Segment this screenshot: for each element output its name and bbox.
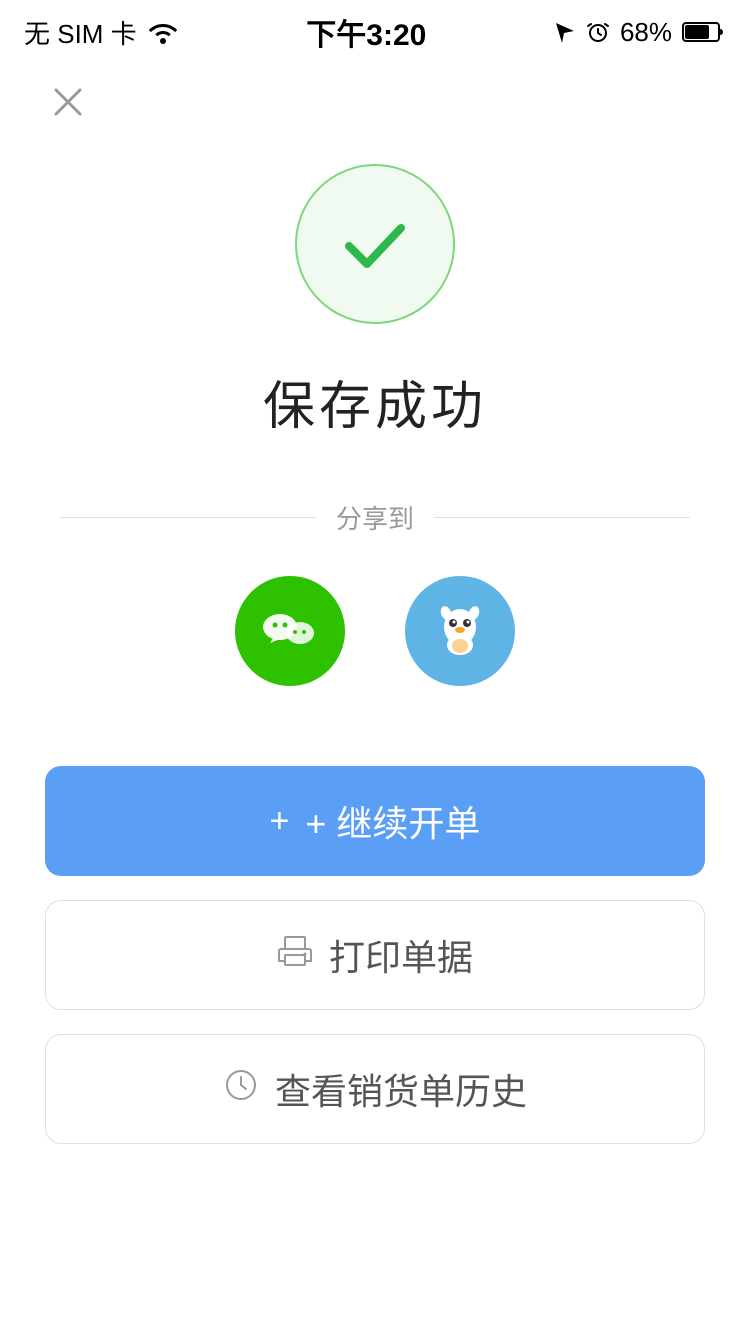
success-title: 保存成功 <box>263 364 487 439</box>
clock-icon <box>223 1067 259 1112</box>
share-label: 分享到 <box>316 499 434 536</box>
battery-percent: 68% <box>620 17 672 48</box>
divider-line-right <box>434 517 690 518</box>
history-button[interactable]: 查看销货单历史 <box>45 1034 705 1144</box>
share-divider: 分享到 <box>0 499 750 536</box>
plus-icon: + <box>270 802 290 841</box>
print-label: 打印单据 <box>329 929 473 981</box>
no-sim-text: 无 SIM 卡 <box>24 14 137 51</box>
print-button[interactable]: 打印单据 <box>45 900 705 1010</box>
main-content: 保存成功 分享到 <box>0 64 750 1144</box>
location-icon <box>554 21 576 43</box>
action-buttons: + + 继续开单 打印单据 <box>45 766 705 1144</box>
alarm-icon <box>586 20 610 44</box>
wifi-icon <box>147 20 179 44</box>
status-left: 无 SIM 卡 <box>24 14 179 51</box>
status-right: 68% <box>554 17 726 48</box>
success-circle <box>295 164 455 324</box>
qq-share-button[interactable] <box>405 576 515 686</box>
close-button[interactable] <box>40 74 96 130</box>
share-icons-container <box>235 576 515 686</box>
divider-line-left <box>60 517 316 518</box>
wechat-share-button[interactable] <box>235 576 345 686</box>
continue-label: + 继续开单 <box>305 795 480 847</box>
continue-button[interactable]: + + 继续开单 <box>45 766 705 876</box>
battery-icon <box>682 20 726 44</box>
status-bar: 无 SIM 卡 下午3:20 68% <box>0 0 750 64</box>
wechat-icon <box>258 599 322 663</box>
qq-icon <box>428 599 492 663</box>
print-icon <box>277 933 313 978</box>
history-label: 查看销货单历史 <box>275 1063 527 1115</box>
status-time: 下午3:20 <box>306 10 426 54</box>
checkmark-icon <box>335 204 415 284</box>
